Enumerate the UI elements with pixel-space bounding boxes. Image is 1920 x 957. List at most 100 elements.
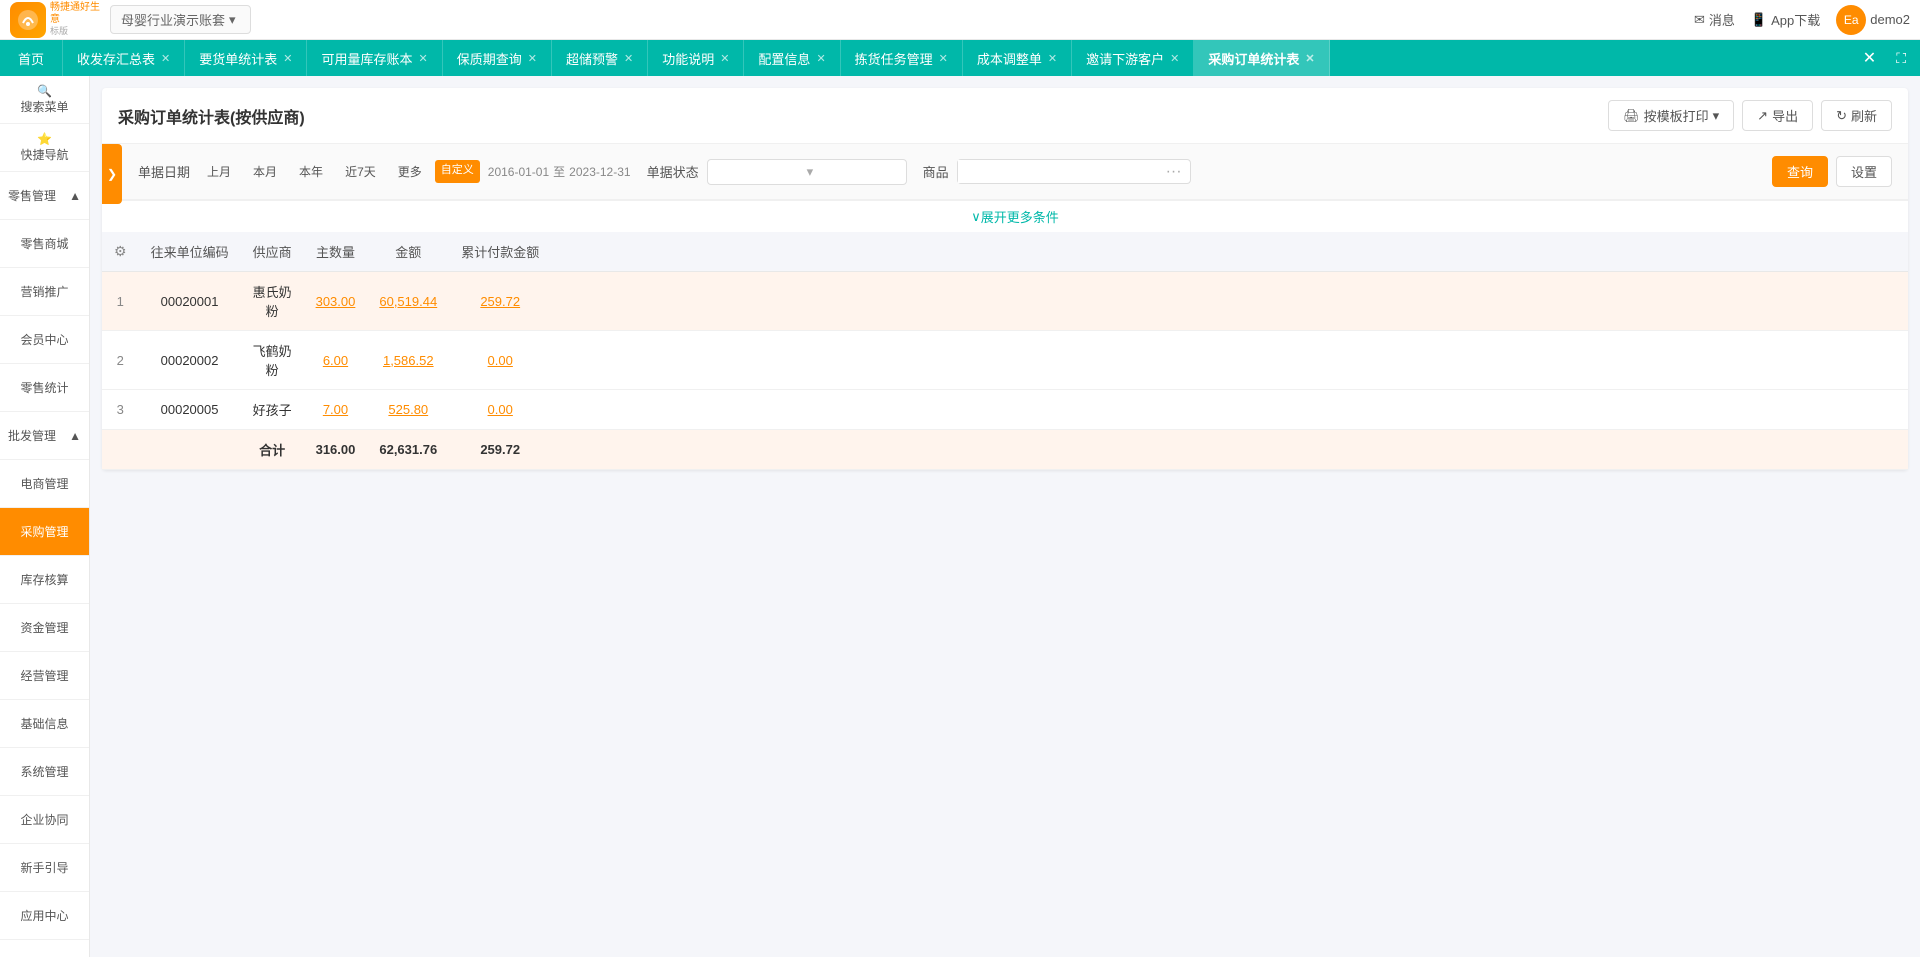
tab-home[interactable]: 首页 [0,40,63,76]
refresh-btn[interactable]: ↻ 刷新 [1821,100,1892,131]
tab-baozhi[interactable]: 保质期查询 ✕ [443,40,552,76]
sidebar-item-member[interactable]: 会员中心 [0,316,89,364]
table-container: ⚙ 往来单位编码 供应商 主数量 金额 累计付款金额 1 [102,232,1908,470]
user-area[interactable]: Ea demo2 [1836,5,1910,35]
th-amount: 金额 [367,232,449,272]
row-qty[interactable]: 7.00 [304,390,368,430]
sidebar-item-wechat[interactable]: 企业微信 [0,940,89,957]
row-qty[interactable]: 303.00 [304,272,368,331]
data-table: ⚙ 往来单位编码 供应商 主数量 金额 累计付款金额 1 [102,232,1908,470]
row-paid[interactable]: 259.72 [449,272,551,331]
date-shortcut-this-year[interactable]: 本年 [290,160,332,183]
date-shortcut-this-month[interactable]: 本月 [244,160,286,183]
close-icon[interactable]: ✕ [720,52,729,65]
logo-text: 畅捷通好生意 标版 [50,2,100,37]
app-download-btn[interactable]: 📱 App下载 [1751,10,1820,29]
sidebar-item-finance[interactable]: 资金管理 [0,604,89,652]
sidebar-item-system[interactable]: 系统管理 [0,748,89,796]
th-paid: 累计付款金额 [449,232,551,272]
sidebar-item-marketing[interactable]: 营销推广 [0,268,89,316]
footer-empty2 [139,430,241,470]
sidebar-item-app-center[interactable]: 应用中心 [0,892,89,940]
close-icon[interactable]: ✕ [624,52,633,65]
page-title: 采购订单统计表(按供应商) [118,104,305,128]
tab-shoufacun[interactable]: 收发存汇总表 ✕ [63,40,185,76]
tab-chaochuyujing[interactable]: 超储预警 ✕ [552,40,648,76]
page-actions: 🖨 按模板打印 ▾ ↗ 导出 ↻ 刷新 [1608,100,1892,131]
row-qty[interactable]: 6.00 [304,331,368,390]
sidebar-item-wholesale[interactable]: 批发管理 ▲ [0,412,89,460]
filter-content: 单据日期 上月 本月 本年 近7天 更多 自定义 [122,144,1908,232]
sidebar-item-enterprise[interactable]: 企业协同 [0,796,89,844]
footer-amount: 62,631.76 [367,430,449,470]
sidebar-item-retail-stats[interactable]: 零售统计 [0,364,89,412]
close-icon[interactable]: ✕ [528,52,537,65]
date-shortcut-7days[interactable]: 近7天 [336,160,385,183]
tab-yaoqing[interactable]: 邀请下游客户 ✕ [1072,40,1194,76]
status-select[interactable]: ▾ [707,159,907,185]
sidebar-item-purchase[interactable]: 采购管理 [0,508,89,556]
status-filter-group: 单据状态 ▾ [647,159,907,185]
sidebar-item-ecommerce[interactable]: 电商管理 [0,460,89,508]
filter-toggle-btn[interactable]: ❯ [102,144,122,204]
goods-more-btn[interactable]: ··· [1158,163,1190,181]
avatar: Ea [1836,5,1866,35]
maximize-btn[interactable]: ⛶ [1890,48,1912,69]
message-label: 消息 [1709,10,1735,29]
row-amount[interactable]: 1,586.52 [367,331,449,390]
th-settings: ⚙ [102,232,139,272]
gear-icon[interactable]: ⚙ [114,243,127,259]
sidebar-item-search[interactable]: 🔍 搜索菜单 [0,76,89,124]
date-to: 2023-12-31 [569,165,630,179]
sidebar-item-operations[interactable]: 经营管理 [0,652,89,700]
search-icon: 🔍 [37,84,52,98]
row-amount[interactable]: 525.80 [367,390,449,430]
sidebar-item-newuser[interactable]: 新手引导 [0,844,89,892]
tab-jianhuo[interactable]: 拣货任务管理 ✕ [841,40,963,76]
th-qty: 主数量 [304,232,368,272]
print-icon: 🖨 [1623,108,1640,124]
tab-yaohuo[interactable]: 要货单统计表 ✕ [185,40,307,76]
chevron-left-icon: ❯ [107,167,117,181]
close-icon[interactable]: ✕ [1170,52,1179,65]
close-icon[interactable]: ✕ [816,52,825,65]
query-btn[interactable]: 查询 [1772,156,1828,187]
close-icon[interactable]: ✕ [283,52,292,65]
tab-gongneng[interactable]: 功能说明 ✕ [648,40,744,76]
workspace-selector[interactable]: 母婴行业演示账套 ▾ [110,5,251,34]
tab-caigou-active[interactable]: 采购订单统计表 ✕ [1194,40,1329,76]
close-all-tabs-btn[interactable]: ✕ [1857,46,1882,70]
close-icon[interactable]: ✕ [939,52,948,65]
tab-peizhi[interactable]: 配置信息 ✕ [744,40,840,76]
row-code: 00020005 [139,390,241,430]
tab-kuyong[interactable]: 可用量库存账本 ✕ [307,40,442,76]
expand-more-btn[interactable]: ∨ 展开更多条件 [122,200,1908,232]
row-paid[interactable]: 0.00 [449,390,551,430]
date-shortcut-more[interactable]: 更多 [389,160,431,183]
template-print-btn[interactable]: 🖨 按模板打印 ▾ [1608,100,1734,131]
export-btn[interactable]: ↗ 导出 [1742,100,1813,131]
close-icon[interactable]: ✕ [1305,52,1314,65]
close-icon[interactable]: ✕ [1048,52,1057,65]
sidebar-item-retail-mgmt[interactable]: 零售管理 ▲ [0,172,89,220]
sidebar-item-quicknav[interactable]: ⭐ 快捷导航 [0,124,89,172]
chevron-down-expand-icon: ∨ [971,209,981,225]
filter-row: 单据日期 上月 本月 本年 近7天 更多 自定义 [138,156,1892,187]
export-icon: ↗ [1757,108,1768,124]
dropdown-arrow-icon: ▾ [807,164,896,180]
sidebar-item-basic-info[interactable]: 基础信息 [0,700,89,748]
page-header: 采购订单统计表(按供应商) 🖨 按模板打印 ▾ ↗ 导出 ↻ 刷新 [102,88,1908,144]
date-shortcut-last-month[interactable]: 上月 [198,160,240,183]
row-amount[interactable]: 60,519.44 [367,272,449,331]
sidebar-item-retail-mall[interactable]: 零售商城 [0,220,89,268]
tab-chengben[interactable]: 成本调整单 ✕ [963,40,1072,76]
settings-btn[interactable]: 设置 [1836,156,1892,187]
logo-icon [10,2,46,38]
th-supplier: 供应商 [241,232,304,272]
goods-search-input[interactable] [958,160,1158,183]
sidebar-item-inventory[interactable]: 库存核算 [0,556,89,604]
close-icon[interactable]: ✕ [161,52,170,65]
message-btn[interactable]: ✉ 消息 [1694,10,1735,29]
row-paid[interactable]: 0.00 [449,331,551,390]
close-icon[interactable]: ✕ [419,52,428,65]
